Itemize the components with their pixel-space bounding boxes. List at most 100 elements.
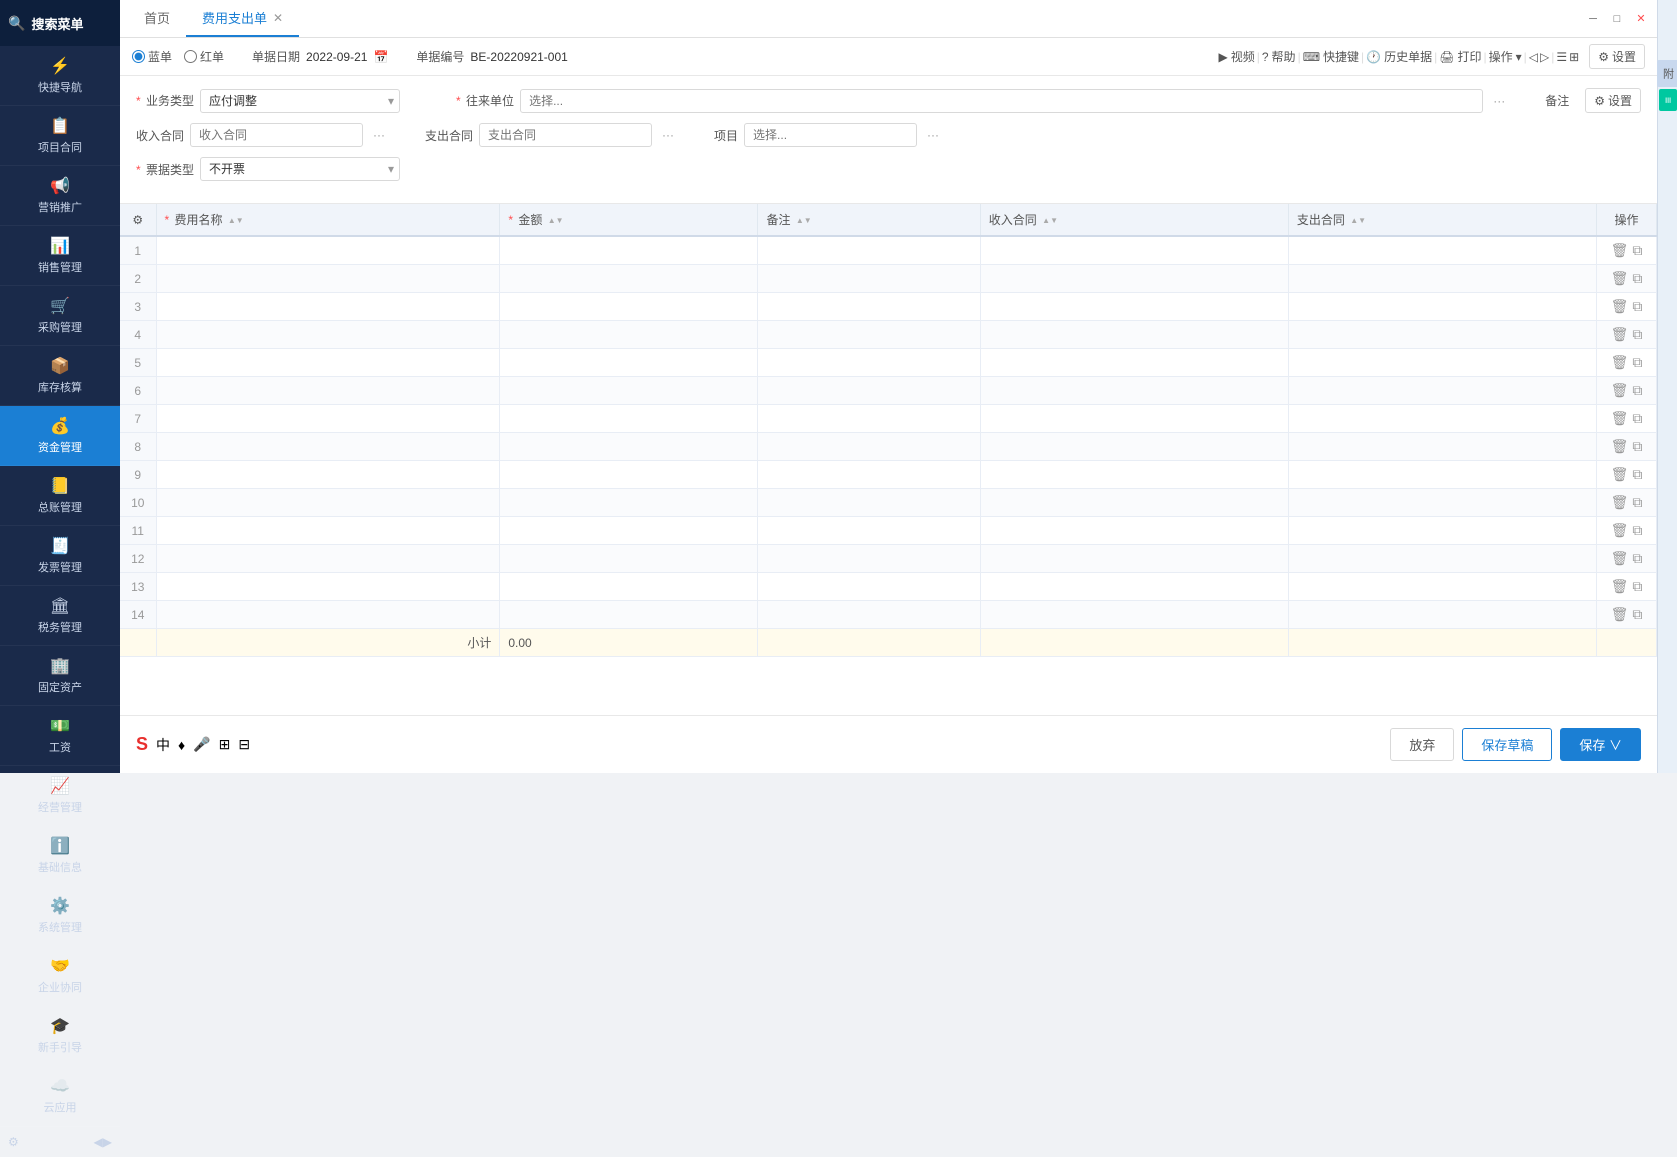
- copy-icon[interactable]: ⧉: [1632, 242, 1642, 259]
- delete-icon[interactable]: 🗑: [1611, 410, 1629, 427]
- expense-name-cell[interactable]: [156, 545, 500, 573]
- expense-contract-cell[interactable]: [1288, 461, 1596, 489]
- remark-cell[interactable]: [758, 321, 980, 349]
- income-contract-cell[interactable]: [980, 321, 1288, 349]
- sidebar-item-invoice[interactable]: 🧾 发票管理: [0, 526, 120, 586]
- amount-cell[interactable]: [500, 433, 758, 461]
- expense-contract-cell[interactable]: [1288, 405, 1596, 433]
- right-tab-2[interactable]: ≡: [1659, 89, 1677, 111]
- window-close-button[interactable]: ✕: [1633, 11, 1649, 27]
- operation-button[interactable]: 操作 ▾: [1489, 48, 1522, 65]
- copy-icon[interactable]: ⧉: [1632, 606, 1642, 623]
- sidebar-item-quick-nav[interactable]: ⚡ 快捷导航: [0, 46, 120, 106]
- business-type-select[interactable]: 应付调整: [200, 89, 400, 113]
- expense-contract-cell[interactable]: [1288, 236, 1596, 265]
- income-contract-cell[interactable]: [980, 265, 1288, 293]
- sidebar-item-project-contract[interactable]: 📋 项目合同: [0, 106, 120, 166]
- delete-icon[interactable]: 🗑: [1611, 606, 1629, 623]
- income-contract-cell[interactable]: [980, 489, 1288, 517]
- sidebar-item-basic-info[interactable]: ℹ️ 基础信息: [0, 826, 120, 886]
- invoice-type-select[interactable]: 不开票: [200, 157, 400, 181]
- radio-red-label[interactable]: 红单: [184, 48, 224, 65]
- income-contract-more-icon[interactable]: ···: [369, 128, 389, 142]
- sort-icon[interactable]: ▲▼: [796, 216, 812, 225]
- radio-blue-label[interactable]: 蓝单: [132, 48, 172, 65]
- copy-icon[interactable]: ⧉: [1632, 354, 1642, 371]
- expense-name-cell[interactable]: [156, 489, 500, 517]
- remark-cell[interactable]: [758, 433, 980, 461]
- remark-cell[interactable]: [758, 349, 980, 377]
- settings-button[interactable]: ⚙ 设置: [1589, 44, 1645, 69]
- remark-cell[interactable]: [758, 573, 980, 601]
- expense-contract-cell[interactable]: [1288, 377, 1596, 405]
- remark-cell[interactable]: [758, 265, 980, 293]
- expense-contract-cell[interactable]: [1288, 573, 1596, 601]
- income-contract-cell[interactable]: [980, 349, 1288, 377]
- delete-icon[interactable]: 🗑: [1611, 382, 1629, 399]
- copy-icon[interactable]: ⧉: [1632, 522, 1642, 539]
- sidebar-item-cloud[interactable]: ☁️ 云应用: [0, 1066, 120, 1126]
- top-settings-button[interactable]: ⚙ 设置: [1585, 88, 1641, 113]
- expense-contract-cell[interactable]: [1288, 545, 1596, 573]
- delete-icon[interactable]: 🗑: [1611, 466, 1629, 483]
- income-contract-cell[interactable]: [980, 601, 1288, 629]
- expense-contract-cell[interactable]: [1288, 601, 1596, 629]
- income-contract-cell[interactable]: [980, 405, 1288, 433]
- copy-icon[interactable]: ⧉: [1632, 298, 1642, 315]
- footer-icon-2[interactable]: ♦: [178, 737, 185, 753]
- settings-bottom-icon[interactable]: ⚙: [8, 1135, 19, 1149]
- copy-icon[interactable]: ⧉: [1632, 550, 1642, 567]
- col-gear[interactable]: ⚙: [120, 204, 156, 236]
- copy-icon[interactable]: ⧉: [1632, 438, 1642, 455]
- copy-icon[interactable]: ⧉: [1632, 466, 1642, 483]
- expense-name-cell[interactable]: [156, 433, 500, 461]
- sort-icon[interactable]: ▲▼: [228, 216, 244, 225]
- copy-icon[interactable]: ⧉: [1632, 410, 1642, 427]
- copy-icon[interactable]: ⧉: [1632, 270, 1642, 287]
- sidebar-item-tax[interactable]: 🏛 税务管理: [0, 586, 120, 646]
- sidebar-item-system[interactable]: ⚙️ 系统管理: [0, 886, 120, 946]
- audio-icon[interactable]: ◀▶: [94, 1135, 112, 1149]
- right-tab-1[interactable]: 附: [1657, 60, 1677, 87]
- expense-contract-cell[interactable]: [1288, 349, 1596, 377]
- footer-icon-3[interactable]: 🎤: [193, 736, 210, 753]
- copy-icon[interactable]: ⧉: [1632, 326, 1642, 343]
- expense-contract-cell[interactable]: [1288, 293, 1596, 321]
- delete-icon[interactable]: 🗑: [1611, 270, 1629, 287]
- amount-cell[interactable]: [500, 601, 758, 629]
- expense-name-cell[interactable]: [156, 236, 500, 265]
- partner-more-icon[interactable]: ···: [1489, 94, 1509, 108]
- amount-cell[interactable]: [500, 573, 758, 601]
- list-view-button[interactable]: ☰: [1556, 50, 1567, 64]
- print-button[interactable]: 🖨 打印: [1439, 48, 1481, 65]
- delete-icon[interactable]: 🗑: [1611, 578, 1629, 595]
- amount-cell[interactable]: [500, 377, 758, 405]
- expense-name-cell[interactable]: [156, 293, 500, 321]
- sidebar-item-marketing[interactable]: 📢 营销推广: [0, 166, 120, 226]
- expense-contract-cell[interactable]: [1288, 489, 1596, 517]
- sidebar-item-enterprise[interactable]: 🤝 企业协同: [0, 946, 120, 1006]
- delete-icon[interactable]: 🗑: [1611, 242, 1629, 259]
- sidebar-item-ledger[interactable]: 📒 总账管理: [0, 466, 120, 526]
- remark-cell[interactable]: [758, 293, 980, 321]
- expense-contract-more-icon[interactable]: ···: [658, 128, 678, 142]
- amount-cell[interactable]: [500, 461, 758, 489]
- expense-name-cell[interactable]: [156, 265, 500, 293]
- grid-view-button[interactable]: ⊞: [1569, 50, 1579, 64]
- sort-icon[interactable]: ▲▼: [1350, 216, 1366, 225]
- sidebar-item-sales[interactable]: 📊 销售管理: [0, 226, 120, 286]
- expense-name-cell[interactable]: [156, 573, 500, 601]
- copy-icon[interactable]: ⧉: [1632, 382, 1642, 399]
- amount-cell[interactable]: [500, 321, 758, 349]
- expense-name-cell[interactable]: [156, 461, 500, 489]
- sidebar-item-payroll[interactable]: 💵 工资: [0, 706, 120, 766]
- expense-contract-input[interactable]: [479, 123, 652, 147]
- amount-cell[interactable]: [500, 489, 758, 517]
- save-draft-button[interactable]: 保存草稿: [1462, 728, 1552, 761]
- sidebar-item-newbie[interactable]: 🎓 新手引导: [0, 1006, 120, 1066]
- expense-contract-cell[interactable]: [1288, 265, 1596, 293]
- next-button[interactable]: ▷: [1540, 50, 1549, 64]
- window-minimize-button[interactable]: ─: [1585, 11, 1601, 27]
- expense-name-cell[interactable]: [156, 349, 500, 377]
- amount-cell[interactable]: [500, 517, 758, 545]
